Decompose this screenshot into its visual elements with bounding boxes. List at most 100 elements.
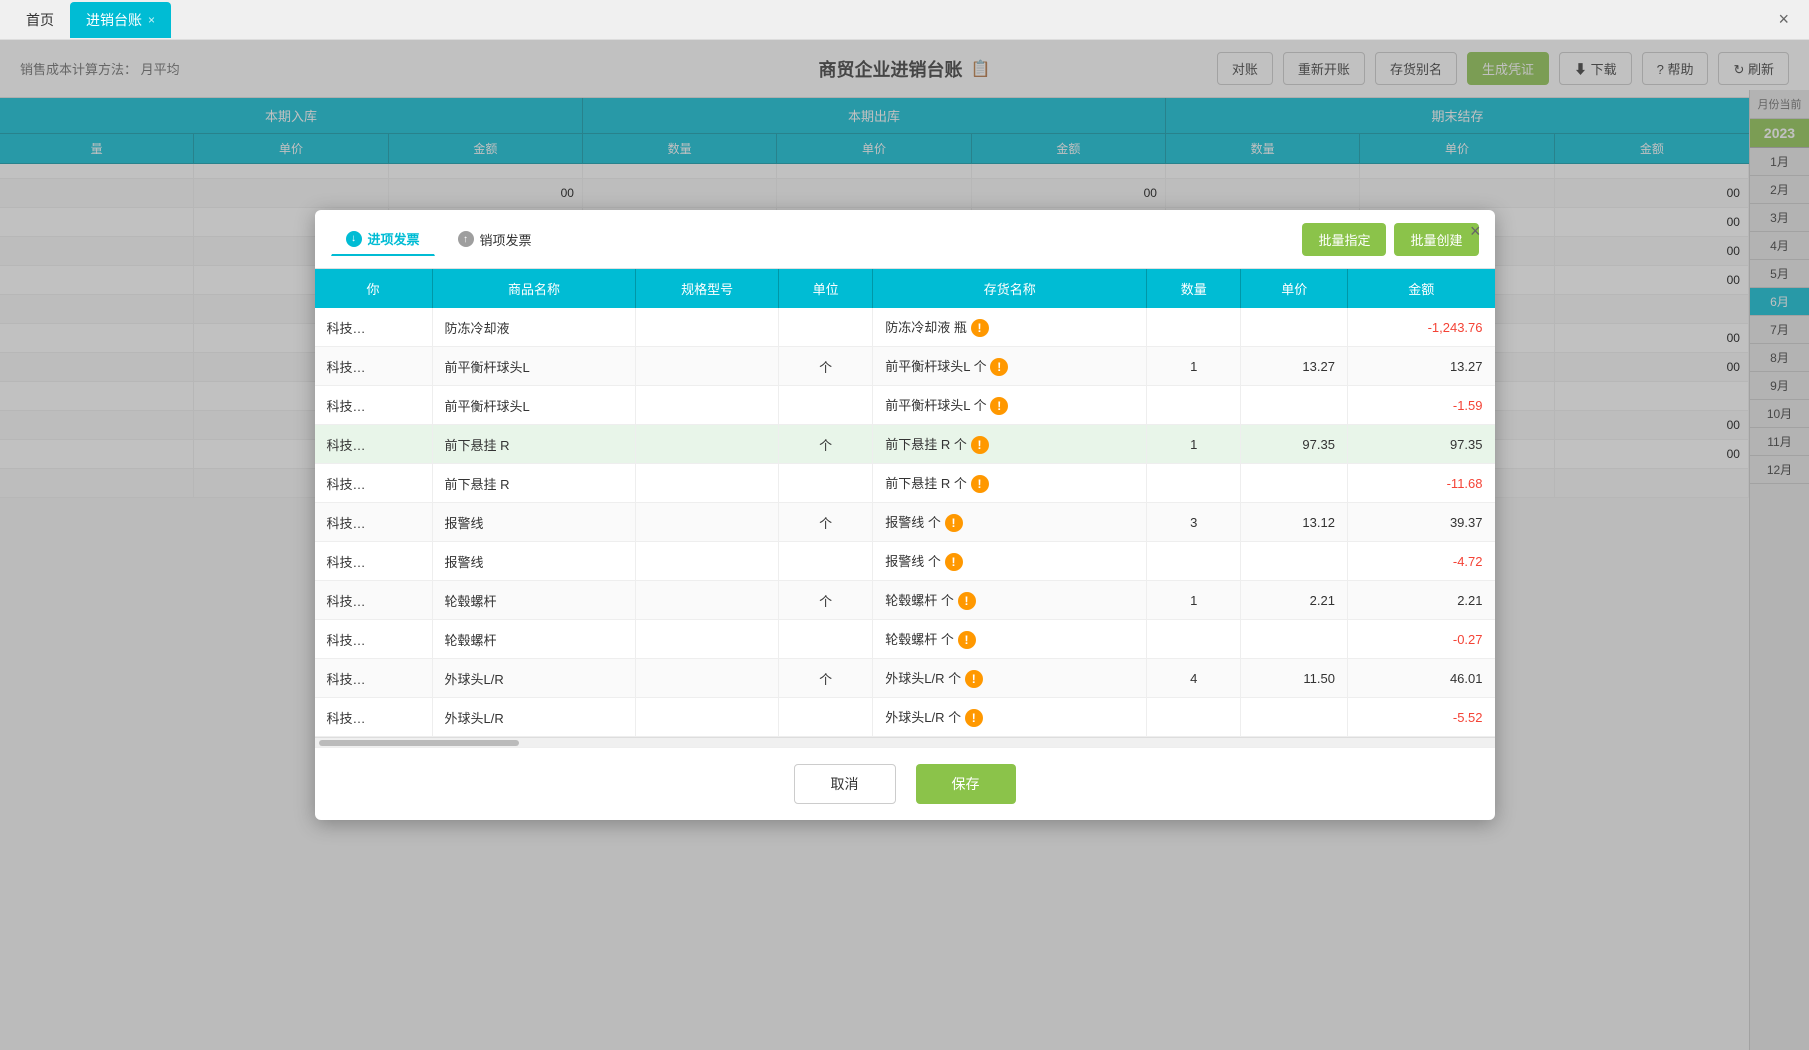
table-cell: 前平衡杆球头L 个 ! xyxy=(873,347,1147,386)
table-cell xyxy=(1241,698,1347,737)
table-cell: -0.27 xyxy=(1347,620,1494,659)
scroll-thumb[interactable] xyxy=(319,740,519,746)
table-cell: 前平衡杆球头L xyxy=(432,386,636,425)
table-cell xyxy=(636,503,778,542)
warning-icon: ! xyxy=(971,319,989,337)
table-cell: 4 xyxy=(1147,659,1241,698)
table-cell: -11.68 xyxy=(1347,464,1494,503)
table-cell xyxy=(1147,386,1241,425)
table-cell xyxy=(1147,542,1241,581)
table-cell: 个 xyxy=(778,581,872,620)
cancel-button[interactable]: 取消 xyxy=(794,764,896,804)
table-cell xyxy=(1241,308,1347,347)
modal-header-buttons: 批量指定 批量创建 xyxy=(1302,223,1478,256)
table-cell xyxy=(1241,542,1347,581)
table-cell xyxy=(1241,386,1347,425)
warning-icon: ! xyxy=(945,514,963,532)
table-cell xyxy=(778,386,872,425)
window-close-button[interactable]: × xyxy=(1768,9,1799,30)
table-cell xyxy=(1147,308,1241,347)
table-cell: 前下悬挂 R 个 ! xyxy=(873,464,1147,503)
table-cell: -1.59 xyxy=(1347,386,1494,425)
table-cell: 前下悬挂 R xyxy=(432,425,636,464)
table-cell: 13.27 xyxy=(1241,347,1347,386)
table-cell: 1 xyxy=(1147,425,1241,464)
inventory-name: 防冻冷却液 瓶 xyxy=(885,320,967,335)
table-cell: 科技… xyxy=(315,464,433,503)
table-row: 科技…前平衡杆球头L前平衡杆球头L 个 !-1.59 xyxy=(315,386,1495,425)
table-cell: 个 xyxy=(778,503,872,542)
inventory-name: 外球头L/R 个 xyxy=(885,710,961,725)
table-cell xyxy=(1241,464,1347,503)
table-cell xyxy=(778,308,872,347)
invoice-table: 你 商品名称 规格型号 单位 存货名称 数量 单价 金额 科技…防冻冷却液防冻冷… xyxy=(315,269,1495,737)
table-cell: 97.35 xyxy=(1347,425,1494,464)
table-cell: 轮毂螺杆 个 ! xyxy=(873,620,1147,659)
warning-icon: ! xyxy=(990,397,1008,415)
modal-dialog: ↓ 进项发票 ↑ 销项发票 批量指定 批量创建 × 你 xyxy=(315,210,1495,820)
table-cell xyxy=(778,620,872,659)
table-cell: 个 xyxy=(778,425,872,464)
table-cell xyxy=(778,698,872,737)
table-cell xyxy=(636,659,778,698)
table-cell: 前下悬挂 R xyxy=(432,464,636,503)
table-cell xyxy=(636,386,778,425)
modal-footer: 取消 保存 xyxy=(315,747,1495,820)
modal-table-wrap: 你 商品名称 规格型号 单位 存货名称 数量 单价 金额 科技…防冻冷却液防冻冷… xyxy=(315,269,1495,737)
table-row: 科技…报警线个报警线 个 !313.1239.37 xyxy=(315,503,1495,542)
table-cell: 前下悬挂 R 个 ! xyxy=(873,425,1147,464)
inventory-name: 前平衡杆球头L 个 xyxy=(885,398,986,413)
table-cell xyxy=(1147,464,1241,503)
table-cell: 科技… xyxy=(315,308,433,347)
modal-close-button[interactable]: × xyxy=(1470,222,1481,240)
table-row: 科技…前平衡杆球头L个前平衡杆球头L 个 !113.2713.27 xyxy=(315,347,1495,386)
col-unit: 单位 xyxy=(778,269,872,308)
table-cell xyxy=(636,698,778,737)
tab-invoice-out[interactable]: ↑ 销项发票 xyxy=(443,223,547,256)
table-cell: 3 xyxy=(1147,503,1241,542)
tab-ledger[interactable]: 进销台账 × xyxy=(70,2,171,38)
table-cell: 防冻冷却液 瓶 ! xyxy=(873,308,1147,347)
table-cell: 科技… xyxy=(315,542,433,581)
warning-icon: ! xyxy=(965,709,983,727)
tab-close-icon[interactable]: × xyxy=(148,13,155,27)
warning-icon: ! xyxy=(971,436,989,454)
table-row: 科技…前下悬挂 R个前下悬挂 R 个 !197.3597.35 xyxy=(315,425,1495,464)
batch-create-button[interactable]: 批量创建 xyxy=(1394,223,1478,256)
table-cell xyxy=(1241,620,1347,659)
table-cell: 前平衡杆球头L 个 ! xyxy=(873,386,1147,425)
table-row: 科技…报警线报警线 个 !-4.72 xyxy=(315,542,1495,581)
save-button[interactable]: 保存 xyxy=(916,764,1016,804)
table-cell: 科技… xyxy=(315,581,433,620)
table-cell: -5.52 xyxy=(1347,698,1494,737)
table-header-row: 你 商品名称 规格型号 单位 存货名称 数量 单价 金额 xyxy=(315,269,1495,308)
table-cell: 轮毂螺杆 xyxy=(432,620,636,659)
table-cell: 个 xyxy=(778,659,872,698)
table-cell xyxy=(636,464,778,503)
table-cell: 39.37 xyxy=(1347,503,1494,542)
warning-icon: ! xyxy=(971,475,989,493)
col-spec: 规格型号 xyxy=(636,269,778,308)
warning-icon: ! xyxy=(965,670,983,688)
table-cell: 防冻冷却液 xyxy=(432,308,636,347)
col-price: 单价 xyxy=(1241,269,1347,308)
tab-home[interactable]: 首页 xyxy=(10,2,70,38)
col-qty: 数量 xyxy=(1147,269,1241,308)
table-row: 科技…轮毂螺杆个轮毂螺杆 个 !12.212.21 xyxy=(315,581,1495,620)
warning-icon: ! xyxy=(958,592,976,610)
modal-header: ↓ 进项发票 ↑ 销项发票 批量指定 批量创建 × xyxy=(315,210,1495,269)
table-cell xyxy=(636,347,778,386)
table-cell: 外球头L/R 个 ! xyxy=(873,698,1147,737)
table-cell xyxy=(636,542,778,581)
table-cell: 外球头L/R 个 ! xyxy=(873,659,1147,698)
table-cell xyxy=(1147,698,1241,737)
warning-icon: ! xyxy=(945,553,963,571)
table-cell: 13.12 xyxy=(1241,503,1347,542)
table-cell: 科技… xyxy=(315,698,433,737)
table-cell: 1 xyxy=(1147,581,1241,620)
tab-invoice-in[interactable]: ↓ 进项发票 xyxy=(331,222,435,256)
batch-assign-button[interactable]: 批量指定 xyxy=(1302,223,1386,256)
table-cell: 报警线 xyxy=(432,503,636,542)
table-row: 科技…外球头L/R个外球头L/R 个 !411.5046.01 xyxy=(315,659,1495,698)
horizontal-scrollbar[interactable] xyxy=(315,737,1495,747)
